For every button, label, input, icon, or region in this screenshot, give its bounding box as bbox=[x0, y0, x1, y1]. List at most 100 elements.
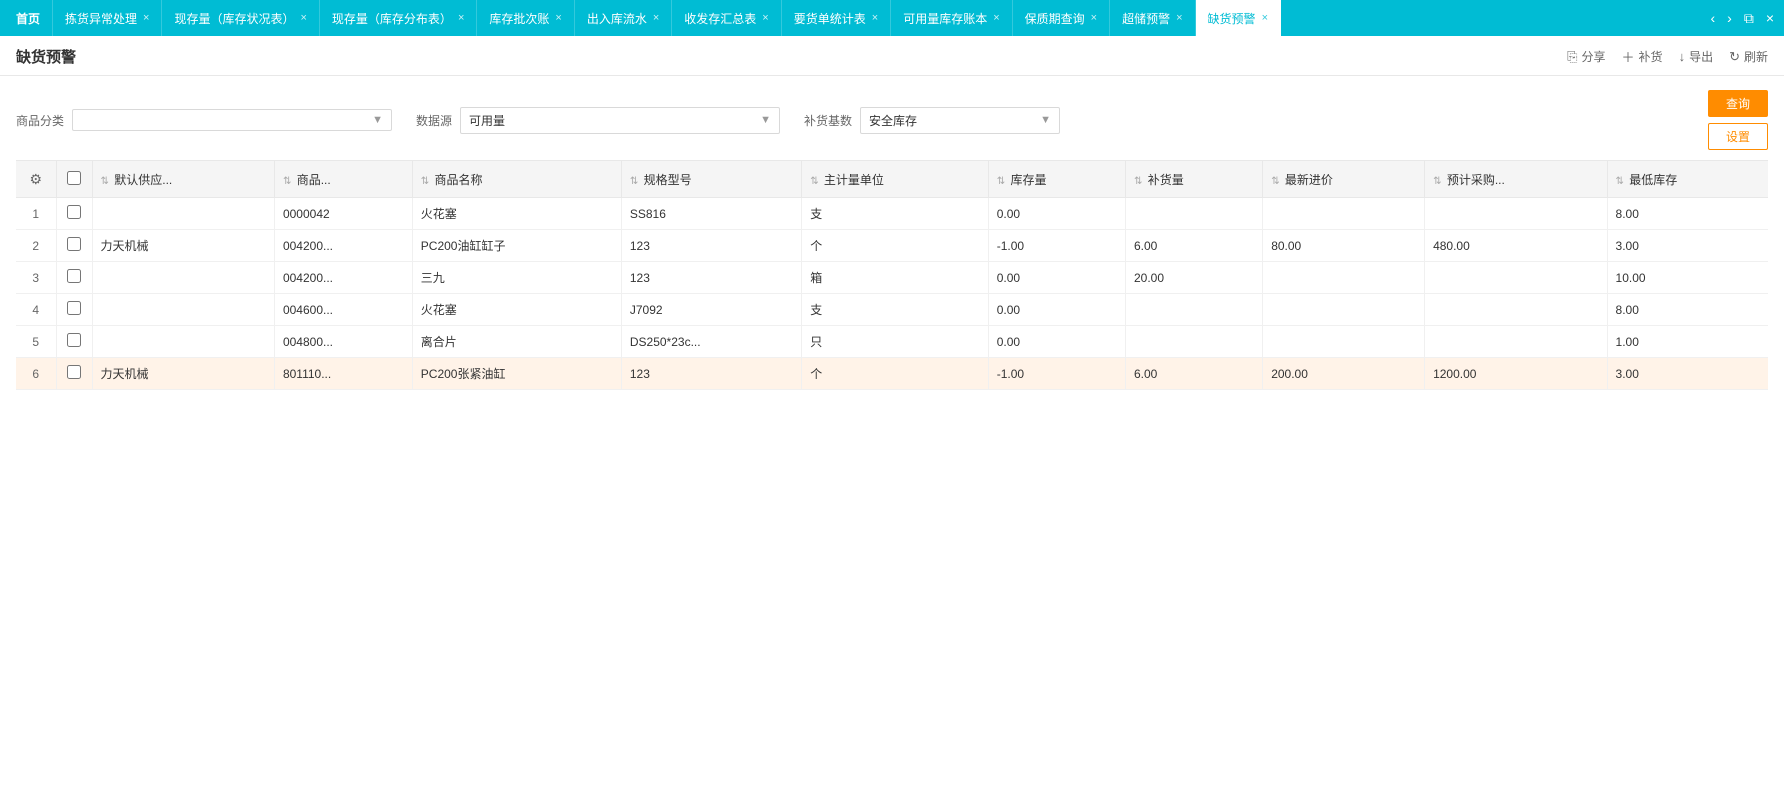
gear-icon[interactable]: ⚙ bbox=[26, 169, 46, 189]
nav-close-btn[interactable]: × bbox=[1760, 10, 1780, 27]
replenish-button[interactable]: ＋ 补货 bbox=[1622, 47, 1663, 66]
cell-min-stock: 10.00 bbox=[1607, 262, 1768, 294]
close-picking-tab[interactable]: × bbox=[143, 12, 149, 24]
cell-product-code: 0000042 bbox=[274, 198, 412, 230]
row-checkbox[interactable] bbox=[67, 333, 81, 347]
cell-stock: 0.00 bbox=[988, 326, 1125, 358]
close-stock-dist-tab[interactable]: × bbox=[458, 12, 464, 24]
cell-est-purchase bbox=[1425, 294, 1607, 326]
export-button[interactable]: ↓ 导出 bbox=[1679, 48, 1714, 65]
row-num: 1 bbox=[16, 198, 56, 230]
close-requisition-tab[interactable]: × bbox=[872, 12, 878, 24]
table-row: 4 004600... 火花塞 J7092 支 0.00 8.00 bbox=[16, 294, 1768, 326]
cell-spec: 123 bbox=[621, 262, 801, 294]
cell-replenish: 6.00 bbox=[1125, 230, 1262, 262]
cell-supplier bbox=[92, 294, 274, 326]
settings-button[interactable]: 设置 bbox=[1708, 123, 1768, 150]
close-flow-tab[interactable]: × bbox=[653, 12, 659, 24]
table-row: 6 力天机械 801110... PC200张紧油缸 123 个 -1.00 6… bbox=[16, 358, 1768, 390]
top-nav: 首页 拣货异常处理 × 现存量（库存状况表） × 现存量（库存分布表） × 库存… bbox=[0, 0, 1784, 36]
tab-summary[interactable]: 收发存汇总表 × bbox=[672, 0, 781, 36]
category-chevron-icon: ▼ bbox=[372, 114, 383, 126]
th-supplier: ⇅ 默认供应... bbox=[92, 161, 274, 198]
select-all-checkbox[interactable] bbox=[67, 171, 81, 185]
replenish-base-select[interactable]: 安全库存 ▼ bbox=[860, 107, 1060, 134]
close-available-tab[interactable]: × bbox=[993, 12, 999, 24]
cell-stock: 0.00 bbox=[988, 198, 1125, 230]
close-overstock-tab[interactable]: × bbox=[1176, 12, 1182, 24]
tab-available[interactable]: 可用量库存账本 × bbox=[891, 0, 1012, 36]
refresh-button[interactable]: ↻ 刷新 bbox=[1729, 48, 1768, 65]
query-button[interactable]: 查询 bbox=[1708, 90, 1768, 117]
row-checkbox[interactable] bbox=[67, 237, 81, 251]
tab-home[interactable]: 首页 bbox=[4, 0, 53, 36]
filter-row: 商品分类 ▼ 数据源 可用量 ▼ 补货基数 安全库存 ▼ 查询 设置 bbox=[0, 76, 1784, 160]
replenish-base-label: 补货基数 bbox=[804, 112, 852, 129]
export-icon: ↓ bbox=[1679, 49, 1686, 64]
row-checkbox-cell bbox=[56, 358, 92, 390]
cell-supplier bbox=[92, 326, 274, 358]
table-row: 1 0000042 火花塞 SS816 支 0.00 8.00 bbox=[16, 198, 1768, 230]
table-container: ⚙ ⇅ 默认供应... ⇅ 商品... ⇅ 商品名称 bbox=[0, 160, 1784, 390]
cell-stock: 0.00 bbox=[988, 262, 1125, 294]
tab-requisition[interactable]: 要货单统计表 × bbox=[782, 0, 891, 36]
cell-latest-price: 80.00 bbox=[1263, 230, 1425, 262]
filter-actions: 查询 设置 bbox=[1708, 90, 1768, 150]
cell-replenish bbox=[1125, 294, 1262, 326]
table-row: 3 004200... 三九 123 箱 0.00 20.00 10.00 bbox=[16, 262, 1768, 294]
cell-supplier: 力天机械 bbox=[92, 358, 274, 390]
datasource-label: 数据源 bbox=[416, 112, 452, 129]
tab-stock-dist[interactable]: 现存量（库存分布表） × bbox=[320, 0, 477, 36]
tab-picking[interactable]: 拣货异常处理 × bbox=[53, 0, 162, 36]
cell-unit: 箱 bbox=[802, 262, 989, 294]
cell-latest-price: 200.00 bbox=[1263, 358, 1425, 390]
tab-shortage[interactable]: 缺货预警 × bbox=[1196, 0, 1281, 36]
cell-supplier: 力天机械 bbox=[92, 230, 274, 262]
row-checkbox-cell bbox=[56, 326, 92, 358]
replenish-base-filter: 补货基数 安全库存 ▼ bbox=[804, 107, 1060, 134]
cell-unit: 个 bbox=[802, 230, 989, 262]
th-product-name: ⇅ 商品名称 bbox=[412, 161, 621, 198]
row-checkbox[interactable] bbox=[67, 269, 81, 283]
th-latest-price: ⇅ 最新进价 bbox=[1263, 161, 1425, 198]
cell-product-name: 火花塞 bbox=[412, 198, 621, 230]
row-num: 2 bbox=[16, 230, 56, 262]
cell-latest-price bbox=[1263, 294, 1425, 326]
tab-overstock[interactable]: 超储预警 × bbox=[1110, 0, 1195, 36]
close-batch-tab[interactable]: × bbox=[555, 12, 561, 24]
tab-expiry[interactable]: 保质期查询 × bbox=[1013, 0, 1110, 36]
nav-restore-btn[interactable]: ⧉ bbox=[1738, 10, 1760, 27]
cell-product-code: 801110... bbox=[274, 358, 412, 390]
row-checkbox[interactable] bbox=[67, 365, 81, 379]
nav-prev-btn[interactable]: ‹ bbox=[1704, 10, 1721, 27]
close-stock-status-tab[interactable]: × bbox=[300, 12, 306, 24]
cell-unit: 只 bbox=[802, 326, 989, 358]
cell-spec: J7092 bbox=[621, 294, 801, 326]
cell-product-name: 火花塞 bbox=[412, 294, 621, 326]
cell-product-name: PC200张紧油缸 bbox=[412, 358, 621, 390]
tab-flow[interactable]: 出入库流水 × bbox=[575, 0, 672, 36]
row-checkbox[interactable] bbox=[67, 301, 81, 315]
sort-min-icon: ⇅ bbox=[1616, 176, 1624, 187]
row-checkbox[interactable] bbox=[67, 205, 81, 219]
close-shortage-tab[interactable]: × bbox=[1262, 12, 1268, 24]
nav-next-btn[interactable]: › bbox=[1721, 10, 1738, 27]
cell-stock: -1.00 bbox=[988, 230, 1125, 262]
th-stock: ⇅ 库存量 bbox=[988, 161, 1125, 198]
cell-latest-price bbox=[1263, 262, 1425, 294]
tab-stock-status[interactable]: 现存量（库存状况表） × bbox=[162, 0, 319, 36]
cell-est-purchase bbox=[1425, 326, 1607, 358]
datasource-select[interactable]: 可用量 ▼ bbox=[460, 107, 780, 134]
cell-product-name: PC200油缸缸子 bbox=[412, 230, 621, 262]
sort-name-icon: ⇅ bbox=[421, 176, 429, 187]
close-expiry-tab[interactable]: × bbox=[1091, 12, 1097, 24]
th-replenish: ⇅ 补货量 bbox=[1125, 161, 1262, 198]
category-select[interactable]: ▼ bbox=[72, 109, 392, 131]
replenish-icon: ＋ bbox=[1622, 47, 1635, 66]
cell-spec: 123 bbox=[621, 230, 801, 262]
tab-batch[interactable]: 库存批次账 × bbox=[477, 0, 574, 36]
close-summary-tab[interactable]: × bbox=[762, 12, 768, 24]
share-button[interactable]: ⎘ 分享 bbox=[1567, 48, 1605, 65]
cell-supplier bbox=[92, 198, 274, 230]
datasource-filter: 数据源 可用量 ▼ bbox=[416, 107, 780, 134]
